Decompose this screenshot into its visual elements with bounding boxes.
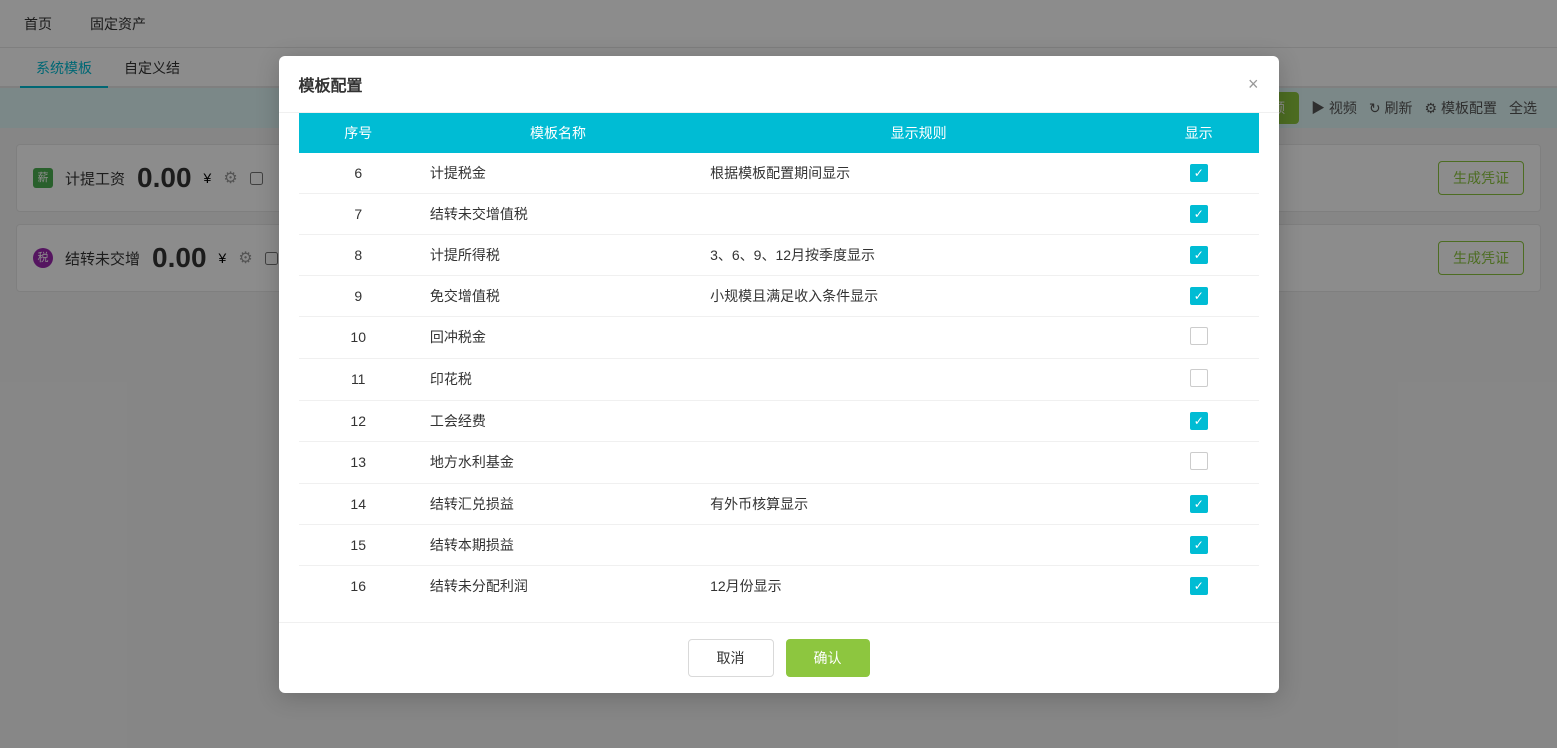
modal-overlay: 模板配置 × 序号 模板名称 显示规则 显示 6计提税金根据模板配置期间显示✓7… bbox=[0, 0, 1557, 748]
cell-name-8: 结转汇兑损益 bbox=[418, 483, 698, 524]
cell-name-9: 结转本期损益 bbox=[418, 524, 698, 565]
cell-index-6: 12 bbox=[299, 400, 418, 441]
cell-index-10: 16 bbox=[299, 565, 418, 606]
table-row: 9免交增值税小规模且满足收入条件显示 ✓ bbox=[299, 275, 1259, 316]
checkbox-10[interactable]: ✓ bbox=[1190, 577, 1208, 595]
cell-check-8: ✓ bbox=[1139, 483, 1258, 524]
cell-index-9: 15 bbox=[299, 524, 418, 565]
table-header-row: 序号 模板名称 显示规则 显示 bbox=[299, 113, 1259, 153]
checkbox-8[interactable]: ✓ bbox=[1190, 495, 1208, 513]
cell-name-2: 计提所得税 bbox=[418, 234, 698, 275]
table-row: 15结转本期损益 ✓ bbox=[299, 524, 1259, 565]
cell-check-7 bbox=[1139, 441, 1258, 483]
cell-check-3: ✓ bbox=[1139, 275, 1258, 316]
dialog-footer: 取消 确认 bbox=[279, 622, 1279, 693]
checkbox-2[interactable]: ✓ bbox=[1190, 246, 1208, 264]
checkbox-5[interactable] bbox=[1190, 369, 1208, 387]
cell-check-1: ✓ bbox=[1139, 193, 1258, 234]
cell-index-2: 8 bbox=[299, 234, 418, 275]
cell-name-1: 结转未交增值税 bbox=[418, 193, 698, 234]
dialog-body: 序号 模板名称 显示规则 显示 6计提税金根据模板配置期间显示✓7结转未交增值税… bbox=[279, 113, 1279, 622]
template-config-dialog: 模板配置 × 序号 模板名称 显示规则 显示 6计提税金根据模板配置期间显示✓7… bbox=[279, 56, 1279, 693]
cell-index-8: 14 bbox=[299, 483, 418, 524]
cell-check-9: ✓ bbox=[1139, 524, 1258, 565]
cell-rule-5 bbox=[698, 358, 1139, 400]
config-table: 序号 模板名称 显示规则 显示 6计提税金根据模板配置期间显示✓7结转未交增值税… bbox=[299, 113, 1259, 606]
cell-name-7: 地方水利基金 bbox=[418, 441, 698, 483]
cell-rule-6 bbox=[698, 400, 1139, 441]
cell-index-5: 11 bbox=[299, 358, 418, 400]
col-header-index: 序号 bbox=[299, 113, 418, 153]
checkbox-4[interactable] bbox=[1190, 327, 1208, 345]
cell-rule-2: 3、6、9、12月按季度显示 bbox=[698, 234, 1139, 275]
table-row: 16结转未分配利润12月份显示 ✓ bbox=[299, 565, 1259, 606]
dialog-close-button[interactable]: × bbox=[1248, 75, 1259, 93]
table-row: 13地方水利基金 bbox=[299, 441, 1259, 483]
cell-name-4: 回冲税金 bbox=[418, 316, 698, 358]
checkbox-7[interactable] bbox=[1190, 452, 1208, 470]
checkbox-3[interactable]: ✓ bbox=[1190, 287, 1208, 305]
cell-rule-10: 12月份显示 bbox=[698, 565, 1139, 606]
cell-name-10: 结转未分配利润 bbox=[418, 565, 698, 606]
table-row: 8计提所得税3、6、9、12月按季度显示 ✓ bbox=[299, 234, 1259, 275]
confirm-button[interactable]: 确认 bbox=[786, 639, 870, 677]
table-header: 序号 模板名称 显示规则 显示 bbox=[299, 113, 1259, 153]
col-header-name: 模板名称 bbox=[418, 113, 698, 153]
cell-rule-1 bbox=[698, 193, 1139, 234]
cell-check-0: ✓ bbox=[1139, 153, 1258, 194]
dialog-title: 模板配置 bbox=[299, 72, 363, 96]
cell-rule-0: 根据模板配置期间显示 bbox=[698, 153, 1139, 194]
table-row: 10回冲税金 bbox=[299, 316, 1259, 358]
table-row: 6计提税金根据模板配置期间显示 ✓ bbox=[299, 153, 1259, 194]
cell-index-3: 9 bbox=[299, 275, 418, 316]
cell-index-7: 13 bbox=[299, 441, 418, 483]
table-row: 11印花税 bbox=[299, 358, 1259, 400]
cell-check-4 bbox=[1139, 316, 1258, 358]
cancel-button[interactable]: 取消 bbox=[688, 639, 774, 677]
cell-check-2: ✓ bbox=[1139, 234, 1258, 275]
col-header-show: 显示 bbox=[1139, 113, 1258, 153]
checkbox-9[interactable]: ✓ bbox=[1190, 536, 1208, 554]
cell-index-0: 6 bbox=[299, 153, 418, 194]
cell-index-4: 10 bbox=[299, 316, 418, 358]
cell-index-1: 7 bbox=[299, 193, 418, 234]
table-body: 6计提税金根据模板配置期间显示✓7结转未交增值税✓8计提所得税3、6、9、12月… bbox=[299, 153, 1259, 606]
table-row: 7结转未交增值税 ✓ bbox=[299, 193, 1259, 234]
table-row: 12工会经费 ✓ bbox=[299, 400, 1259, 441]
cell-rule-8: 有外币核算显示 bbox=[698, 483, 1139, 524]
cell-rule-4 bbox=[698, 316, 1139, 358]
cell-name-6: 工会经费 bbox=[418, 400, 698, 441]
cell-check-5 bbox=[1139, 358, 1258, 400]
cell-check-10: ✓ bbox=[1139, 565, 1258, 606]
cell-rule-3: 小规模且满足收入条件显示 bbox=[698, 275, 1139, 316]
dialog-header: 模板配置 × bbox=[279, 56, 1279, 113]
cell-name-5: 印花税 bbox=[418, 358, 698, 400]
cell-name-3: 免交增值税 bbox=[418, 275, 698, 316]
cell-name-0: 计提税金 bbox=[418, 153, 698, 194]
cell-rule-7 bbox=[698, 441, 1139, 483]
cell-check-6: ✓ bbox=[1139, 400, 1258, 441]
cell-rule-9 bbox=[698, 524, 1139, 565]
col-header-rule: 显示规则 bbox=[698, 113, 1139, 153]
checkbox-1[interactable]: ✓ bbox=[1190, 205, 1208, 223]
checkbox-6[interactable]: ✓ bbox=[1190, 412, 1208, 430]
table-row: 14结转汇兑损益有外币核算显示 ✓ bbox=[299, 483, 1259, 524]
checkbox-0[interactable]: ✓ bbox=[1190, 164, 1208, 182]
